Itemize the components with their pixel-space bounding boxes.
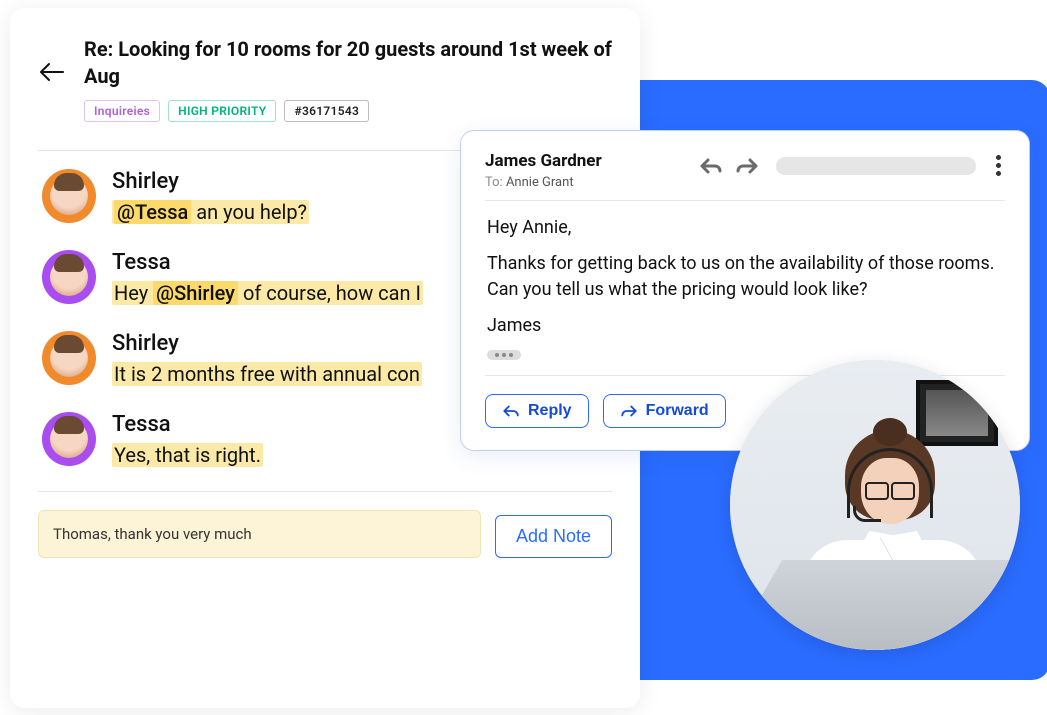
tag-row: Inquireies HIGH PRIORITY #36171543 [84,100,612,122]
placeholder-pill [776,157,976,175]
redo-icon[interactable] [734,156,760,176]
avatar [42,331,96,385]
tag-priority[interactable]: HIGH PRIORITY [168,100,276,122]
email-to-label: To: [485,175,503,190]
tag-ticket-id[interactable]: #36171543 [284,100,369,122]
message-text: Yes, that is right. [112,443,263,467]
divider [38,491,612,492]
email-paragraph: Thanks for getting back to us on the ava… [487,251,1003,303]
forward-button[interactable]: Forward [603,394,726,428]
message-text: Hey @Shirley of course, how can I [112,281,423,305]
email-to-name: Annie Grant [506,175,574,190]
forward-label: Forward [646,402,709,420]
email-to: To: Annie Grant [485,175,602,190]
mention[interactable]: @Tessa [114,200,191,224]
reply-label: Reply [528,402,572,420]
mention[interactable]: @Shirley [153,281,238,305]
note-input[interactable]: Thomas, thank you very much [38,510,481,558]
message-text: @Tessa an you help? [112,200,309,224]
thread-subject: Re: Looking for 10 rooms for 20 guests a… [84,36,612,90]
email-signoff: James [487,313,1003,339]
thread-header: Re: Looking for 10 rooms for 20 guests a… [38,36,612,122]
email-greeting: Hey Annie, [487,215,1003,241]
divider [485,200,1005,201]
add-note-button[interactable]: Add Note [495,515,612,558]
reply-button[interactable]: Reply [485,394,589,428]
tag-inquiries[interactable]: Inquireies [84,100,160,122]
compose-row: Thomas, thank you very much Add Note [38,510,612,558]
typing-indicator-icon [487,350,521,360]
undo-icon[interactable] [698,156,724,176]
avatar [42,169,96,223]
avatar [42,250,96,304]
more-options-icon[interactable] [992,151,1005,180]
message-text: It is 2 months free with annual con [112,362,422,386]
email-body: Hey Annie, Thanks for getting back to us… [485,215,1005,365]
avatar [42,412,96,466]
agent-photo [730,360,1020,650]
email-from: James Gardner [485,151,602,171]
back-arrow-icon[interactable] [38,58,66,86]
